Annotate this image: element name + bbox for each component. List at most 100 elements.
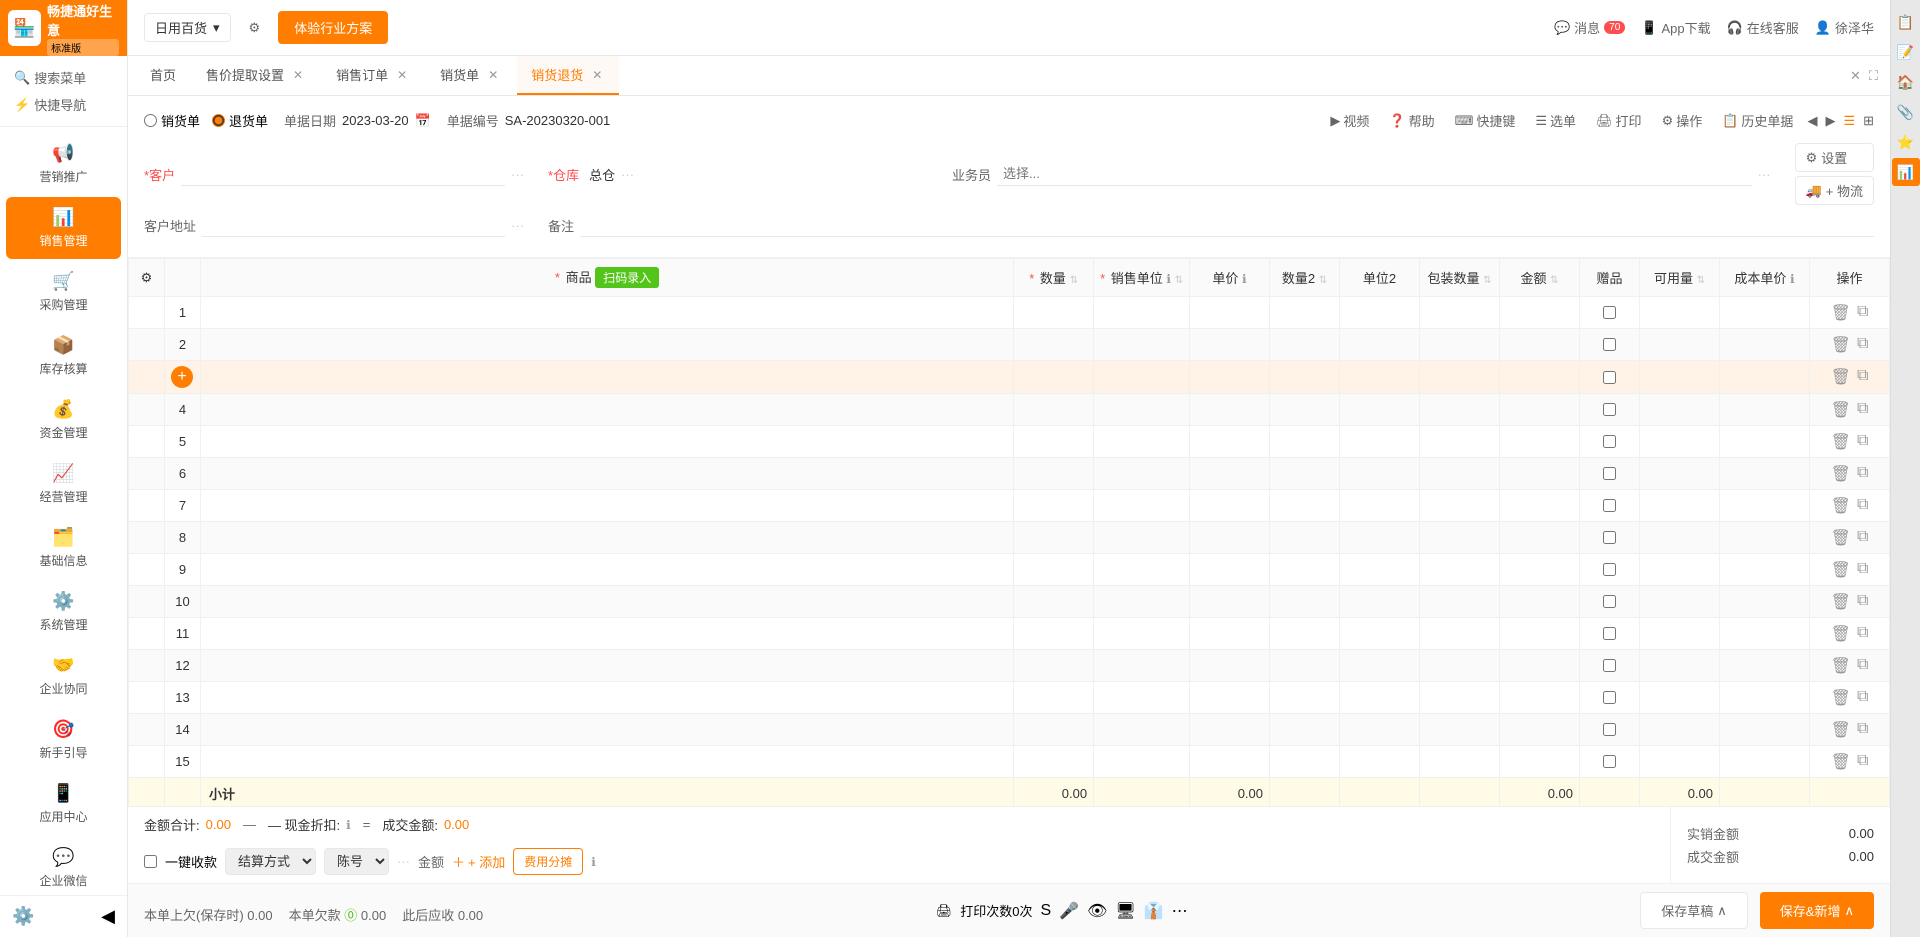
add-row-btn[interactable]: + — [171, 366, 193, 388]
delete-row-btn-12[interactable]: 🗑 — [1831, 656, 1851, 676]
gift-checkbox-11[interactable] — [1603, 627, 1616, 640]
row-qty2-5[interactable] — [1270, 426, 1340, 458]
row-amount-4[interactable] — [1500, 394, 1580, 426]
industry-dropdown[interactable]: 日用百货 ▾ — [144, 13, 231, 42]
row-cost-15[interactable] — [1720, 746, 1810, 778]
th-qty[interactable]: * 数量 ⇅ — [1014, 259, 1094, 297]
sale-radio-input[interactable] — [144, 114, 157, 127]
row-avail-13[interactable] — [1640, 682, 1720, 714]
row-unit-10[interactable] — [1094, 586, 1190, 618]
row-unit2-7[interactable] — [1340, 490, 1420, 522]
row-unit2-2[interactable] — [1340, 329, 1420, 361]
tab-sale-order[interactable]: 销售订单 ✕ — [322, 56, 424, 95]
row-cost-4[interactable] — [1720, 394, 1810, 426]
address-input[interactable] — [202, 213, 505, 237]
row-qty2-10[interactable] — [1270, 586, 1340, 618]
row-unit-13[interactable] — [1094, 682, 1190, 714]
product-input-6[interactable] — [207, 466, 1007, 481]
row-avail-3[interactable] — [1640, 361, 1720, 394]
sidebar-item-operation[interactable]: 📈 经营管理 — [6, 453, 121, 515]
row-unit2-13[interactable] — [1340, 682, 1420, 714]
row-unit-4[interactable] — [1094, 394, 1190, 426]
tab-sale-price[interactable]: 售价提取设置 ✕ — [192, 56, 320, 95]
quick-nav-item[interactable]: ⚡ 快捷导航 — [8, 91, 119, 118]
rp-note-icon[interactable]: 📝 — [1892, 38, 1920, 66]
row-price-15[interactable] — [1190, 746, 1270, 778]
row-unit2-1[interactable] — [1340, 297, 1420, 329]
gear-th-icon[interactable]: ⚙ — [141, 270, 153, 285]
delete-row-btn-13[interactable]: 🗑 — [1831, 688, 1851, 708]
row-amount-7[interactable] — [1500, 490, 1580, 522]
experience-btn[interactable]: 体验行业方案 — [278, 11, 388, 44]
row-product-6[interactable] — [201, 458, 1014, 490]
row-qty2-15[interactable] — [1270, 746, 1340, 778]
settings-action-btn[interactable]: ⚙ 设置 — [1795, 143, 1874, 172]
rp-star-icon[interactable]: ⭐ — [1892, 128, 1920, 156]
copy-row-btn-11[interactable]: ⧉ — [1857, 624, 1868, 644]
delete-row-btn-1[interactable]: 🗑 — [1831, 303, 1851, 323]
product-input-12[interactable] — [207, 658, 1007, 673]
row-qty2-4[interactable] — [1270, 394, 1340, 426]
toolbar-shortcuts[interactable]: ⌨ 快捷键 — [1449, 108, 1522, 133]
unit-info-icon[interactable]: ℹ — [1166, 272, 1171, 286]
row-amount-8[interactable] — [1500, 522, 1580, 554]
copy-row-btn-3[interactable]: ⧉ — [1857, 367, 1868, 387]
row-qty-2[interactable] — [1014, 329, 1094, 361]
tab-close-sale-order[interactable]: ✕ — [394, 67, 410, 83]
row-pack-1[interactable] — [1420, 297, 1500, 329]
gift-checkbox-1[interactable] — [1603, 306, 1616, 319]
product-input-5[interactable] — [207, 434, 1007, 449]
tab-sale-return[interactable]: 销货退货 ✕ — [517, 56, 619, 95]
row-amount-11[interactable] — [1500, 618, 1580, 650]
sidebar-item-partner[interactable]: 🤝 企业协同 — [6, 645, 121, 707]
row-cost-12[interactable] — [1720, 650, 1810, 682]
row-qty2-9[interactable] — [1270, 554, 1340, 586]
row-avail-5[interactable] — [1640, 426, 1720, 458]
product-input-1[interactable] — [207, 305, 1007, 320]
th-qty2[interactable]: 数量2 ⇅ — [1270, 259, 1340, 297]
row-avail-8[interactable] — [1640, 522, 1720, 554]
tab-home[interactable]: 首页 — [136, 56, 190, 95]
fee-info-icon[interactable]: ℹ — [591, 855, 596, 869]
row-amount-15[interactable] — [1500, 746, 1580, 778]
copy-row-btn-9[interactable]: ⧉ — [1857, 560, 1868, 580]
row-gift-7[interactable] — [1580, 490, 1640, 522]
product-input-8[interactable] — [207, 530, 1007, 545]
row-pack-15[interactable] — [1420, 746, 1500, 778]
customer-input[interactable] — [181, 162, 505, 186]
row-amount-2[interactable] — [1500, 329, 1580, 361]
return-radio[interactable]: 退货单 — [212, 111, 268, 130]
notes-input[interactable] — [580, 213, 1874, 237]
row-cost-8[interactable] — [1720, 522, 1810, 554]
row-unit2-3[interactable] — [1340, 361, 1420, 394]
delete-row-btn-7[interactable]: 🗑 — [1831, 496, 1851, 516]
sidebar-item-finance[interactable]: 💰 资金管理 — [6, 389, 121, 451]
copy-row-btn-4[interactable]: ⧉ — [1857, 400, 1868, 420]
gift-checkbox-14[interactable] — [1603, 723, 1616, 736]
toolbar-operations[interactable]: ⚙ 操作 — [1656, 108, 1709, 133]
delete-row-btn-11[interactable]: 🗑 — [1831, 624, 1851, 644]
row-unit2-4[interactable] — [1340, 394, 1420, 426]
row-qty-15[interactable] — [1014, 746, 1094, 778]
copy-row-btn-6[interactable]: ⧉ — [1857, 464, 1868, 484]
delete-row-btn-3[interactable]: 🗑 — [1831, 367, 1851, 387]
row-cost-10[interactable] — [1720, 586, 1810, 618]
row-qty-8[interactable] — [1014, 522, 1094, 554]
delete-row-btn-2[interactable]: 🗑 — [1831, 335, 1851, 355]
row-pack-10[interactable] — [1420, 586, 1500, 618]
th-unit[interactable]: * 销售单位 ℹ ⇅ — [1094, 259, 1190, 297]
sidebar-item-sales[interactable]: 📊 销售管理 — [6, 197, 121, 259]
save-new-btn[interactable]: 保存&新增 ∧ — [1760, 892, 1874, 929]
row-pack-12[interactable] — [1420, 650, 1500, 682]
row-unit-7[interactable] — [1094, 490, 1190, 522]
row-avail-4[interactable] — [1640, 394, 1720, 426]
expand-window-icon[interactable]: ⛶ — [1869, 68, 1878, 84]
gift-checkbox-13[interactable] — [1603, 691, 1616, 704]
delete-row-btn-6[interactable]: 🗑 — [1831, 464, 1851, 484]
row-pack-8[interactable] — [1420, 522, 1500, 554]
row-cost-3[interactable] — [1720, 361, 1810, 394]
row-cost-14[interactable] — [1720, 714, 1810, 746]
row-unit2-14[interactable] — [1340, 714, 1420, 746]
row-amount-5[interactable] — [1500, 426, 1580, 458]
row-pack-13[interactable] — [1420, 682, 1500, 714]
